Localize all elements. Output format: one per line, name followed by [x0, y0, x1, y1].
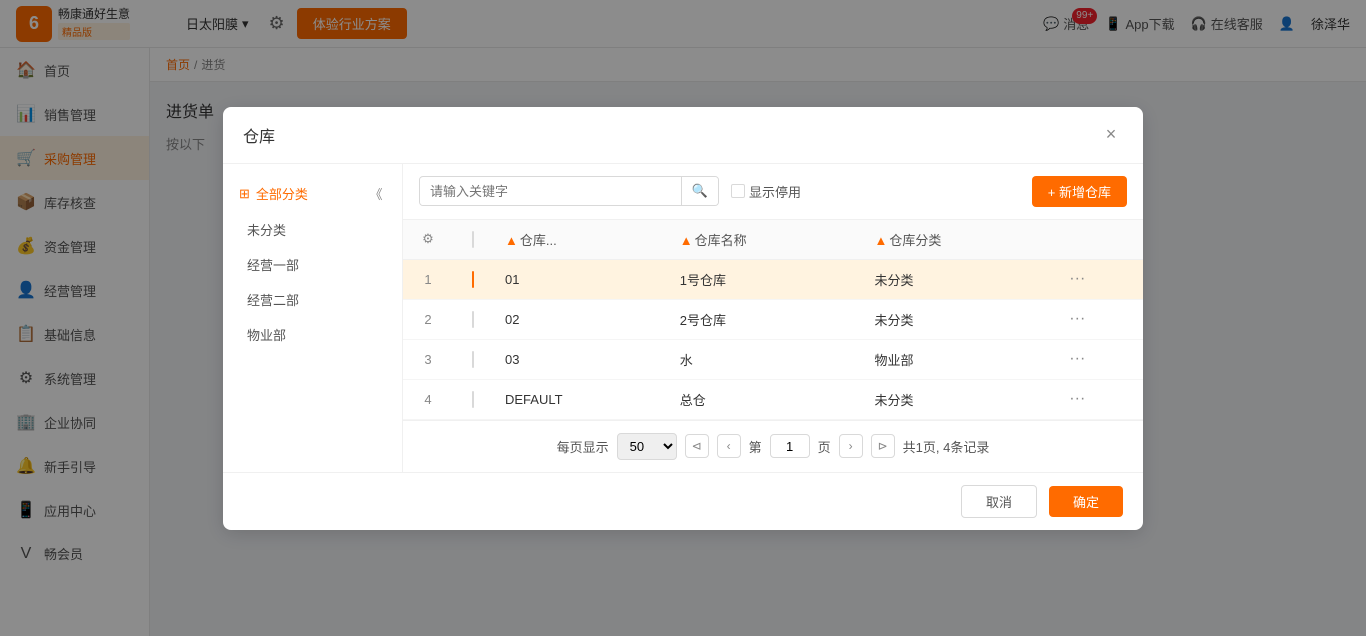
row-index: 4 [403, 379, 453, 419]
page-suffix: 页 [818, 437, 831, 456]
row-menu-icon[interactable]: ··· [1069, 310, 1085, 327]
row-select-checkbox[interactable] [472, 351, 474, 368]
table-header-code[interactable]: ▲仓库... [493, 220, 668, 260]
table-header-checkbox[interactable] [453, 220, 493, 260]
page-label: 第 [749, 437, 762, 456]
row-checkbox[interactable] [453, 379, 493, 419]
pagination: 每页显示 50 20 100 ⊲ ‹ 第 页 › ⊳ 共1页, 4条记录 [403, 420, 1143, 472]
row-name: 2号仓库 [668, 299, 863, 339]
row-index: 2 [403, 299, 453, 339]
show-disabled-checkbox[interactable] [731, 184, 745, 198]
modal-title: 仓库 [243, 123, 275, 147]
table-header-actions [1057, 220, 1143, 260]
all-categories-header[interactable]: ⊞ 全部分类 《 [223, 176, 402, 212]
select-all-checkbox[interactable] [472, 231, 474, 248]
right-toolbar: 🔍 显示停用 + 新增仓库 [403, 164, 1143, 220]
table-row[interactable]: 3 03 水 物业部 ··· [403, 339, 1143, 379]
row-actions[interactable]: ··· [1057, 339, 1143, 379]
row-menu-icon[interactable]: ··· [1069, 270, 1085, 287]
prev-page-button[interactable]: ‹ [717, 434, 741, 458]
warehouse-modal: 仓库 × ⊞ 全部分类 《 未分类 经营一部 经营二部 物业部 [223, 107, 1143, 530]
row-menu-icon[interactable]: ··· [1069, 390, 1085, 407]
row-checkbox[interactable] [453, 299, 493, 339]
modal-overlay: 仓库 × ⊞ 全部分类 《 未分类 经营一部 经营二部 物业部 [0, 0, 1366, 636]
next-page-button[interactable]: › [839, 434, 863, 458]
row-code: DEFAULT [493, 379, 668, 419]
modal-footer: 取消 确定 [223, 472, 1143, 530]
table-row[interactable]: 1 01 1号仓库 未分类 ··· [403, 259, 1143, 299]
confirm-button[interactable]: 确定 [1049, 486, 1123, 517]
table-header-name[interactable]: ▲仓库名称 [668, 220, 863, 260]
table-row[interactable]: 4 DEFAULT 总仓 未分类 ··· [403, 379, 1143, 419]
per-page-select[interactable]: 50 20 100 [617, 433, 677, 460]
row-menu-icon[interactable]: ··· [1069, 350, 1085, 367]
row-checkbox[interactable] [453, 339, 493, 379]
row-index: 3 [403, 339, 453, 379]
grid-icon: ⊞ [239, 186, 250, 202]
page-number-input[interactable] [770, 434, 810, 458]
row-actions[interactable]: ··· [1057, 259, 1143, 299]
row-category: 未分类 [863, 259, 1058, 299]
search-input[interactable] [420, 178, 681, 205]
last-page-button[interactable]: ⊳ [871, 434, 895, 458]
row-name: 水 [668, 339, 863, 379]
row-category: 物业部 [863, 339, 1058, 379]
cancel-button[interactable]: 取消 [961, 485, 1037, 518]
category-unclassified[interactable]: 未分类 [223, 212, 402, 247]
add-warehouse-button[interactable]: + 新增仓库 [1032, 176, 1127, 207]
modal-close-button[interactable]: × [1099, 123, 1123, 147]
show-disabled-toggle[interactable]: 显示停用 [731, 182, 801, 201]
first-page-button[interactable]: ⊲ [685, 434, 709, 458]
category-business2[interactable]: 经营二部 [223, 282, 402, 317]
search-button[interactable]: 🔍 [681, 177, 718, 205]
category-property[interactable]: 物业部 [223, 317, 402, 352]
warehouse-table: ⚙ ▲仓库... ▲仓库名称 [403, 220, 1143, 420]
row-name: 1号仓库 [668, 259, 863, 299]
search-box: 🔍 [419, 176, 719, 206]
table-header-category[interactable]: ▲仓库分类 [863, 220, 1058, 260]
per-page-label: 每页显示 [557, 437, 609, 456]
row-select-checkbox[interactable] [472, 271, 474, 288]
row-actions[interactable]: ··· [1057, 379, 1143, 419]
category-panel: ⊞ 全部分类 《 未分类 经营一部 经营二部 物业部 [223, 164, 403, 472]
total-info: 共1页, 4条记录 [903, 437, 990, 456]
row-select-checkbox[interactable] [472, 311, 474, 328]
row-category: 未分类 [863, 379, 1058, 419]
row-checkbox[interactable] [453, 259, 493, 299]
collapse-button[interactable]: 《 [366, 184, 386, 204]
category-business1[interactable]: 经营一部 [223, 247, 402, 282]
warehouse-list-panel: 🔍 显示停用 + 新增仓库 ⚙ [403, 164, 1143, 472]
row-code: 02 [493, 299, 668, 339]
row-name: 总仓 [668, 379, 863, 419]
row-code: 03 [493, 339, 668, 379]
modal-body: ⊞ 全部分类 《 未分类 经营一部 经营二部 物业部 🔍 [223, 164, 1143, 472]
row-category: 未分类 [863, 299, 1058, 339]
row-settings[interactable]: 1 [403, 259, 453, 299]
modal-header: 仓库 × [223, 107, 1143, 164]
row-code: 01 [493, 259, 668, 299]
table-header-settings[interactable]: ⚙ [403, 220, 453, 260]
row-select-checkbox[interactable] [472, 391, 474, 408]
table-row[interactable]: 2 02 2号仓库 未分类 ··· [403, 299, 1143, 339]
row-actions[interactable]: ··· [1057, 299, 1143, 339]
